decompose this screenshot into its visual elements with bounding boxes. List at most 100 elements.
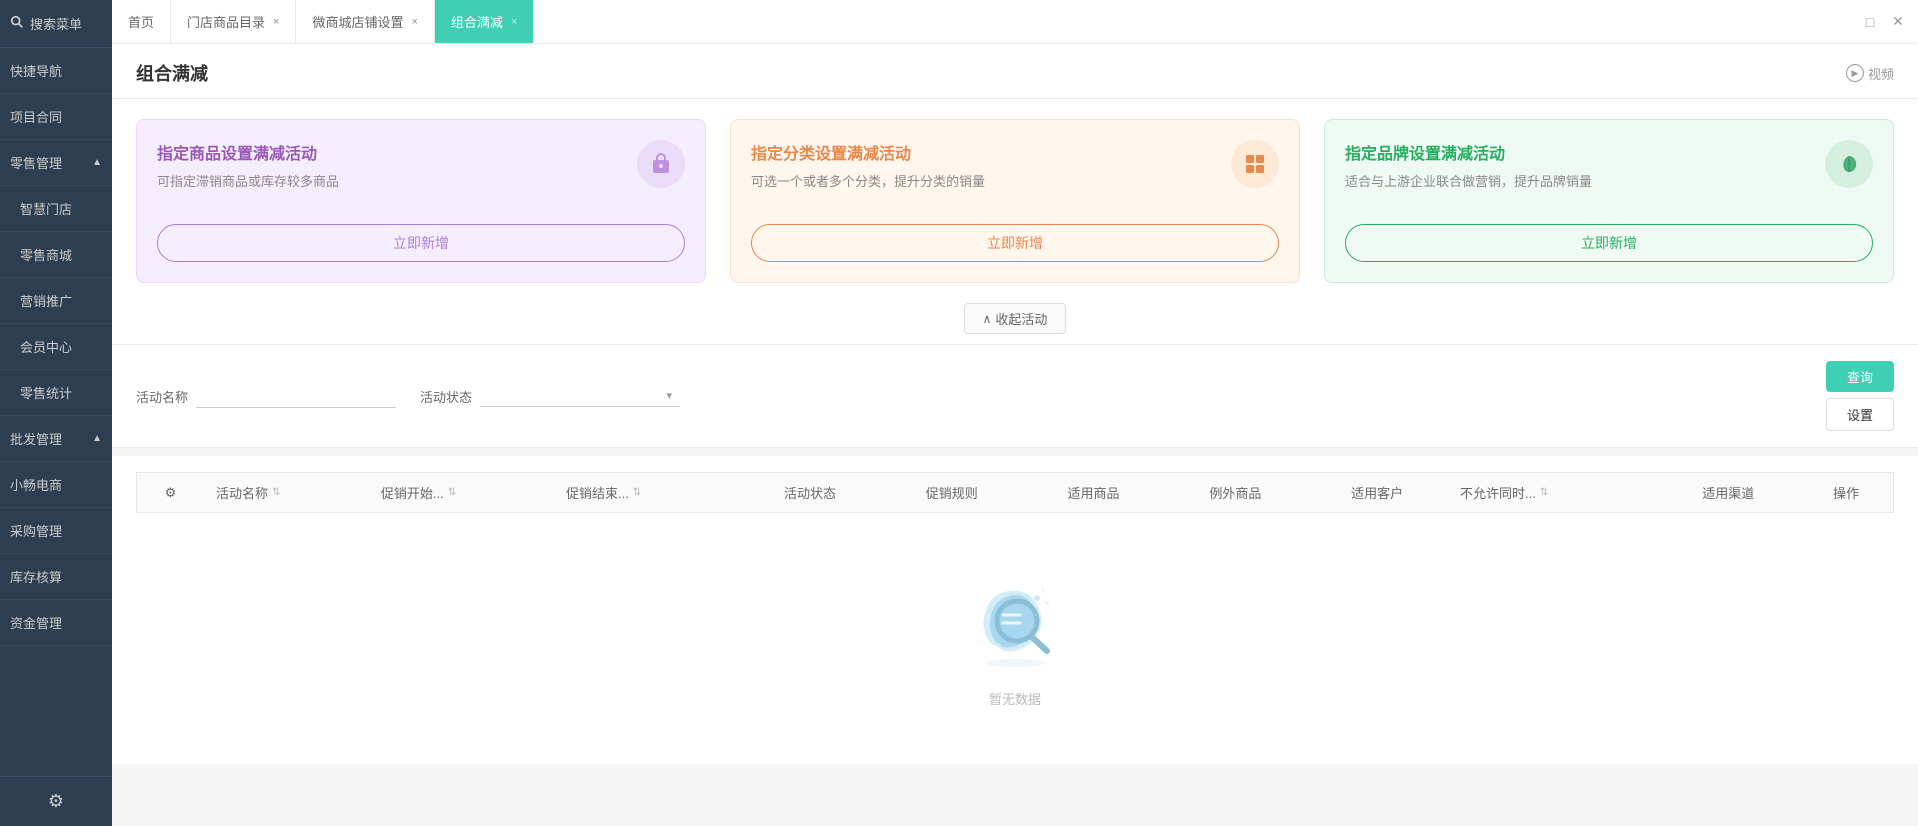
page-header: 组合满减 ▶ 视频 — [112, 44, 1918, 99]
sidebar-item-purchase-mgmt[interactable]: 采购管理 — [0, 508, 112, 554]
leaf-icon — [1825, 140, 1873, 188]
card-title-brand-card: 指定品牌设置满减活动 — [1345, 140, 1873, 164]
query-button[interactable]: 查询 — [1826, 361, 1894, 392]
th-applicable-customer: 适用客户 — [1306, 473, 1448, 513]
sidebar-item-wholesale-mgmt[interactable]: 批发管理 ▲ — [0, 416, 112, 462]
tab-close-icon[interactable]: × — [411, 16, 417, 28]
video-link[interactable]: ▶ 视频 — [1846, 64, 1894, 83]
card-title-product-card: 指定商品设置满减活动 — [157, 140, 685, 164]
tab-close-icon[interactable]: × — [511, 16, 517, 28]
activity-card-brand-card: 指定品牌设置满减活动适合与上游企业联合做营销，提升品牌销量立即新增 — [1324, 119, 1894, 283]
sidebar-item-label: 小畅电商 — [10, 475, 62, 494]
tab-label: 门店商品目录 — [187, 12, 265, 31]
sidebar-item-quick-nav[interactable]: 快捷导航 — [0, 48, 112, 94]
tab-close-icon[interactable]: × — [273, 16, 279, 28]
sidebar-item-retail-mall[interactable]: 零售商城 — [0, 232, 112, 278]
sidebar-item-inventory-calc[interactable]: 库存核算 — [0, 554, 112, 600]
sidebar-item-member-center[interactable]: 会员中心 — [0, 324, 112, 370]
collapse-bar[interactable]: ∧ 收起活动 — [112, 293, 1918, 345]
tab-label: 组合满减 — [451, 12, 503, 31]
activity-status-select[interactable]: ▾ — [480, 385, 680, 407]
sidebar-item-label: 资金管理 — [10, 613, 62, 632]
tab-combo-discount[interactable]: 组合满减 × — [435, 0, 534, 43]
activity-card-category-card: 指定分类设置满减活动可选一个或者多个分类，提升分类的销量立即新增 — [730, 119, 1300, 283]
th-activity-name[interactable]: 活动名称⇅ — [204, 473, 369, 513]
tab-bar-actions: □ ✕ — [1860, 12, 1918, 32]
card-btn-brand-card[interactable]: 立即新增 — [1345, 224, 1873, 262]
th-promo-end[interactable]: 促销结束...⇅ — [554, 473, 739, 513]
th-applicable-goods: 适用商品 — [1023, 473, 1165, 513]
sidebar-item-label: 智慧门店 — [20, 199, 72, 218]
search-icon — [10, 15, 24, 32]
tab-store-catalog[interactable]: 门店商品目录 × — [171, 0, 296, 43]
th-applicable-channel: 适用渠道 — [1657, 473, 1799, 513]
table-section: ⚙活动名称⇅促销开始...⇅促销结束...⇅活动状态促销规则适用商品例外商品适用… — [112, 456, 1918, 764]
sidebar-item-xiaochang-ecom[interactable]: 小畅电商 — [0, 462, 112, 508]
grid-icon — [1231, 140, 1279, 188]
main-area: 首页门店商品目录×微商城店铺设置×组合满减× □ ✕ 组合满减 ▶ 视频 指定商… — [112, 0, 1918, 826]
chevron-down-icon: ▾ — [667, 389, 673, 402]
window-maximize-btn[interactable]: □ — [1860, 12, 1880, 32]
sidebar-item-label: 营销推广 — [20, 291, 72, 310]
th-exception-goods: 例外商品 — [1164, 473, 1306, 513]
tab-wechat-store-settings[interactable]: 微商城店铺设置× — [296, 0, 434, 43]
chevron-icon: ▲ — [92, 157, 102, 168]
card-desc-product-card: 可指定滞销商品或库存较多商品 — [157, 172, 685, 208]
collapse-icon: ∧ — [983, 312, 992, 326]
th-promo-start[interactable]: 促销开始...⇅ — [369, 473, 554, 513]
empty-text: 暂无数据 — [989, 689, 1041, 708]
cards-section: 指定商品设置满减活动可指定滞销商品或库存较多商品立即新增 指定分类设置满减活动可… — [112, 99, 1918, 293]
activity-name-input[interactable] — [196, 384, 396, 408]
chevron-icon: ▲ — [92, 433, 102, 444]
sidebar-settings[interactable]: ⚙ — [0, 776, 112, 826]
sidebar-item-project-contract[interactable]: 项目合同 — [0, 94, 112, 140]
card-btn-category-card[interactable]: 立即新增 — [751, 224, 1279, 262]
content-area: 组合满减 ▶ 视频 指定商品设置满减活动可指定滞销商品或库存较多商品立即新增 指… — [112, 44, 1918, 826]
sort-icon: ⇅ — [448, 487, 456, 498]
activity-status-field: 活动状态 ▾ — [420, 385, 680, 407]
th-settings[interactable]: ⚙ — [137, 473, 204, 513]
window-close-btn[interactable]: ✕ — [1888, 12, 1908, 32]
sidebar-item-label: 会员中心 — [20, 337, 72, 356]
activity-name-field: 活动名称 — [136, 384, 396, 408]
collapse-label: 收起活动 — [995, 309, 1047, 328]
tab-label: 首页 — [128, 12, 154, 31]
sidebar-item-label: 采购管理 — [10, 521, 62, 540]
play-icon: ▶ — [1846, 64, 1864, 82]
sidebar-item-retail-mgmt[interactable]: 零售管理▲ — [0, 140, 112, 186]
empty-icon — [965, 573, 1065, 673]
th-activity-status: 活动状态 — [739, 473, 881, 513]
video-label: 视频 — [1868, 64, 1894, 83]
settings-button[interactable]: 设置 — [1826, 398, 1894, 431]
sidebar-item-label: 零售统计 — [20, 383, 72, 402]
tab-home[interactable]: 首页 — [112, 0, 171, 43]
page-title: 组合满减 — [136, 60, 208, 86]
sidebar-item-label: 库存核算 — [10, 567, 62, 586]
th-operations: 操作 — [1799, 473, 1893, 513]
gear-icon[interactable]: ⚙ — [149, 485, 192, 501]
sidebar-item-smart-store[interactable]: 智慧门店 — [0, 186, 112, 232]
activity-status-label: 活动状态 — [420, 387, 472, 406]
sidebar-search-label: 搜索菜单 — [30, 14, 82, 33]
card-desc-category-card: 可选一个或者多个分类，提升分类的销量 — [751, 172, 1279, 208]
sidebar-item-label: 批发管理 — [10, 429, 62, 448]
sidebar-item-label: 快捷导航 — [10, 61, 62, 80]
card-desc-brand-card: 适合与上游企业联合做营销，提升品牌销量 — [1345, 172, 1873, 208]
sidebar-item-label: 零售商城 — [20, 245, 72, 264]
card-title-category-card: 指定分类设置满减活动 — [751, 140, 1279, 164]
card-btn-product-card[interactable]: 立即新增 — [157, 224, 685, 262]
settings-icon: ⚙ — [48, 791, 64, 812]
sidebar: 搜索菜单 快捷导航项目合同零售管理▲ 智慧门店零售商城营销推广会员中心零售统计批发… — [0, 0, 112, 826]
sidebar-item-marketing[interactable]: 营销推广 — [0, 278, 112, 324]
th-no-concurrent[interactable]: 不允许同时...⇅ — [1448, 473, 1657, 513]
sort-icon: ⇅ — [633, 487, 641, 498]
tab-bar: 首页门店商品目录×微商城店铺设置×组合满减× □ ✕ — [112, 0, 1918, 44]
collapse-bar-inner[interactable]: ∧ 收起活动 — [964, 303, 1067, 334]
sidebar-item-retail-stats[interactable]: 零售统计 — [0, 370, 112, 416]
data-table: ⚙活动名称⇅促销开始...⇅促销结束...⇅活动状态促销规则适用商品例外商品适用… — [136, 472, 1894, 513]
th-promo-rule: 促销规则 — [881, 473, 1023, 513]
empty-state: 暂无数据 — [136, 513, 1894, 748]
sidebar-search[interactable]: 搜索菜单 — [0, 0, 112, 48]
search-bar: 活动名称 活动状态 ▾ 查询 设置 — [112, 345, 1918, 448]
sidebar-item-capital-mgmt[interactable]: 资金管理 — [0, 600, 112, 646]
